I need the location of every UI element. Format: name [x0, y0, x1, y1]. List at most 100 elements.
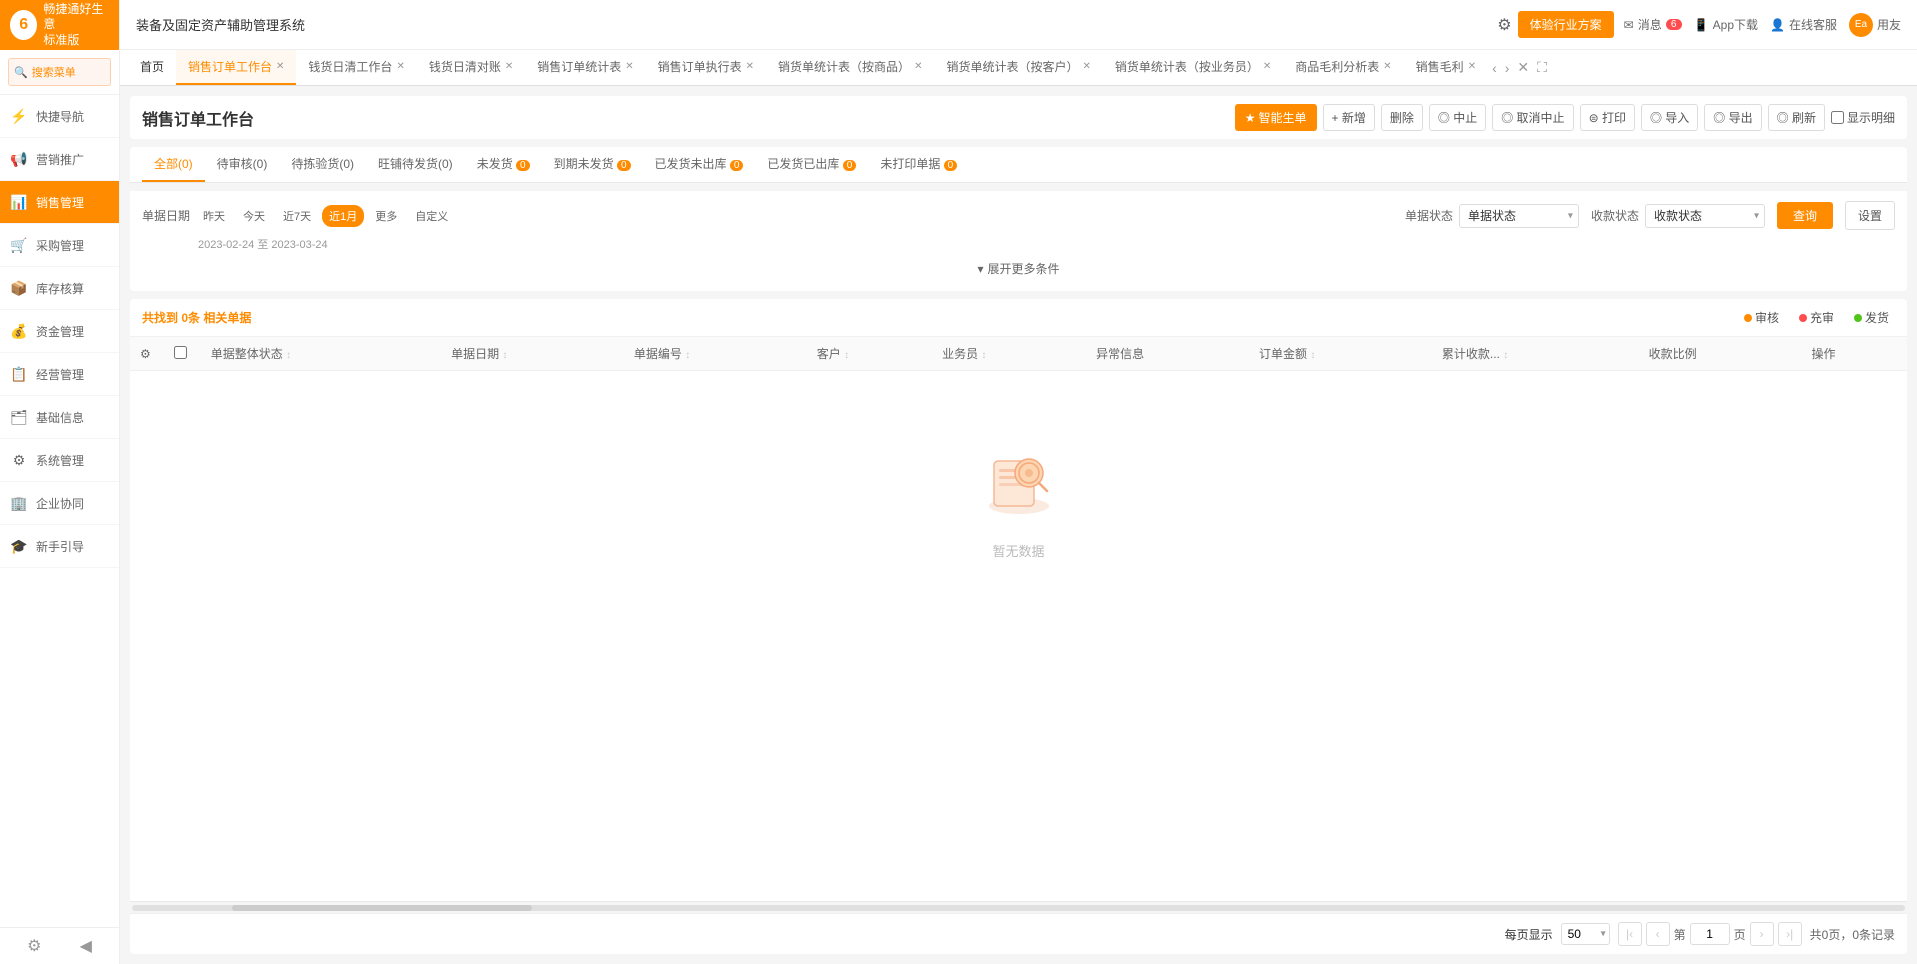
tab-home[interactable]: 首页	[128, 50, 176, 85]
th-status[interactable]: 单据整体状态 ↕	[201, 337, 441, 371]
page-first-button[interactable]: |‹	[1618, 922, 1642, 946]
online-service-button[interactable]: 👤 在线客服	[1770, 16, 1837, 33]
cancel-review-action-button[interactable]: 充审	[1793, 307, 1840, 328]
settings-bottom-icon[interactable]: ⚙	[27, 936, 41, 956]
date-btn-more[interactable]: 更多	[368, 205, 404, 227]
tab-nav-prev-icon[interactable]: ‹	[1488, 56, 1501, 80]
date-btn-today[interactable]: 今天	[236, 205, 272, 227]
add-button[interactable]: + 新增	[1323, 104, 1375, 131]
tab-sales-by-product[interactable]: 销货单统计表（按商品） ✕	[766, 50, 934, 85]
th-amount[interactable]: 订单金额 ↕	[1249, 337, 1432, 371]
sidebar-item-guide[interactable]: 🎓 新手引导	[0, 525, 119, 568]
tab-close-icon[interactable]: ✕	[505, 61, 513, 72]
th-salesman[interactable]: 业务员 ↕	[932, 337, 1086, 371]
tab-sales-order-exec[interactable]: 销售订单执行表 ✕	[646, 50, 766, 85]
page-next-button[interactable]: ›	[1750, 922, 1774, 946]
sidebar-item-quick-nav[interactable]: ⚡ 快捷导航	[0, 95, 119, 138]
import-button[interactable]: ◎ 导入	[1641, 104, 1698, 131]
sidebar-item-inventory[interactable]: 📦 库存核算	[0, 267, 119, 310]
delete-button[interactable]: 删除	[1381, 104, 1423, 131]
show-detail-checkbox[interactable]	[1831, 111, 1844, 124]
select-all-checkbox[interactable]	[174, 346, 187, 359]
th-number[interactable]: 单据编号 ↕	[624, 337, 807, 371]
tab-sales-order-workbench[interactable]: 销售订单工作台 ✕	[176, 50, 296, 85]
th-checkbox[interactable]	[161, 337, 201, 371]
tab-expand-icon[interactable]: ⛶	[1533, 55, 1551, 80]
empty-illustration	[969, 431, 1069, 531]
export-button[interactable]: ◎ 导出	[1704, 104, 1761, 131]
scrollbar-track[interactable]	[132, 905, 1905, 911]
payment-select[interactable]: 收款状态	[1645, 204, 1765, 228]
expand-conditions-button[interactable]: ▾ 展开更多条件	[142, 256, 1895, 281]
message-button[interactable]: ✉ 消息 6	[1624, 16, 1682, 33]
subtab-shipped-out[interactable]: 已发货已出库 0	[755, 147, 868, 182]
sidebar-item-basic[interactable]: 🗂 基础信息	[0, 396, 119, 439]
sidebar-item-enterprise[interactable]: 🏢 企业协同	[0, 482, 119, 525]
tab-nav-next-icon[interactable]: ›	[1501, 56, 1514, 80]
subtab-shipped-not-out[interactable]: 已发货未出库 0	[643, 147, 756, 182]
subtab-not-shipped[interactable]: 未发货 0	[465, 147, 542, 182]
collapse-icon[interactable]: ◀	[80, 936, 92, 956]
status-select[interactable]: 单据状态	[1459, 204, 1579, 228]
tab-sales-by-salesman[interactable]: 销货单统计表（按业务员） ✕	[1103, 50, 1283, 85]
sidebar-item-sales[interactable]: 📊 销售管理	[0, 181, 119, 224]
tab-close-icon[interactable]: ✕	[1082, 61, 1090, 72]
stop-button[interactable]: ◎ 中止	[1429, 104, 1486, 131]
subtab-not-printed[interactable]: 未打印单据 0	[868, 147, 969, 182]
user-menu-button[interactable]: Ea 用友	[1849, 13, 1901, 37]
horizontal-scrollbar[interactable]	[130, 901, 1907, 913]
subtab-all[interactable]: 全部(0)	[142, 147, 205, 182]
review-action-button[interactable]: 审核	[1738, 307, 1785, 328]
date-btn-yesterday[interactable]: 昨天	[196, 205, 232, 227]
th-setting[interactable]: ⚙	[130, 337, 161, 371]
smart-create-button[interactable]: ★ 智能生单	[1235, 104, 1317, 131]
tab-product-margin[interactable]: 商品毛利分析表 ✕	[1283, 50, 1403, 85]
tab-sales-by-customer[interactable]: 销货单统计表（按客户） ✕	[934, 50, 1102, 85]
search-menu-button[interactable]: 🔍 搜索菜单	[8, 58, 111, 86]
tab-sales-order-stats[interactable]: 销售订单统计表 ✕	[525, 50, 645, 85]
refresh-button[interactable]: ◎ 刷新	[1768, 104, 1825, 131]
page-prev-button[interactable]: ‹	[1646, 922, 1670, 946]
sidebar-search-section: 🔍 搜索菜单	[0, 50, 119, 95]
subtab-overdue-not-shipped[interactable]: 到期未发货 0	[542, 147, 643, 182]
sidebar-item-operations[interactable]: 📋 经营管理	[0, 353, 119, 396]
tab-close-icon[interactable]: ✕	[746, 61, 754, 72]
tab-cash-daily-reconcile[interactable]: 钱货日清对账 ✕	[417, 50, 525, 85]
date-btn-7days[interactable]: 近7天	[276, 205, 318, 227]
subtab-pending-review[interactable]: 待审核(0)	[205, 147, 280, 182]
tab-close-icon[interactable]: ✕	[914, 61, 922, 72]
tab-sales-margin[interactable]: 销售毛利 ✕	[1404, 50, 1488, 85]
tab-close-icon[interactable]: ✕	[625, 61, 633, 72]
tab-cash-daily-workbench[interactable]: 钱货日清工作台 ✕	[296, 50, 416, 85]
tab-close-icon[interactable]: ✕	[1263, 61, 1271, 72]
experience-button[interactable]: 体验行业方案	[1518, 11, 1614, 38]
sidebar-item-finance[interactable]: 💰 资金管理	[0, 310, 119, 353]
sidebar-item-marketing[interactable]: 📢 营销推广	[0, 138, 119, 181]
sidebar-item-purchase[interactable]: 🛒 采购管理	[0, 224, 119, 267]
show-detail-checkbox-label[interactable]: 显示明细	[1831, 109, 1895, 126]
date-btn-1month[interactable]: 近1月	[322, 205, 364, 227]
app-download-button[interactable]: 📱 App下载	[1694, 16, 1758, 33]
th-date[interactable]: 单据日期 ↕	[441, 337, 624, 371]
print-button[interactable]: ⊜ 打印	[1580, 104, 1635, 131]
sidebar-item-system[interactable]: ⚙ 系统管理	[0, 439, 119, 482]
query-button[interactable]: 查询	[1777, 202, 1833, 229]
th-customer[interactable]: 客户 ↕	[807, 337, 932, 371]
subtab-wangpu-pending[interactable]: 旺铺待发货(0)	[366, 147, 465, 182]
tab-close-icon[interactable]: ✕	[276, 61, 284, 72]
th-cumulative[interactable]: 累计收款... ↕	[1432, 337, 1639, 371]
tab-close-icon[interactable]: ✕	[1383, 61, 1391, 72]
date-btn-custom[interactable]: 自定义	[408, 205, 455, 227]
set-button[interactable]: 设置	[1845, 201, 1895, 230]
page-number-input[interactable]	[1690, 923, 1730, 945]
scrollbar-thumb[interactable]	[232, 905, 532, 911]
page-last-button[interactable]: ›|	[1778, 922, 1802, 946]
page-size-select[interactable]: 50 10 20 100	[1561, 923, 1610, 945]
tab-close-all-icon[interactable]: ✕	[1513, 55, 1533, 80]
subtab-pending-check[interactable]: 待拣验货(0)	[279, 147, 366, 182]
cancel-stop-button[interactable]: ◎ 取消中止	[1492, 104, 1573, 131]
ship-action-button[interactable]: 发货	[1848, 307, 1895, 328]
tab-close-icon[interactable]: ✕	[396, 61, 404, 72]
tab-close-icon[interactable]: ✕	[1468, 61, 1476, 72]
gear-icon[interactable]: ⚙	[1497, 15, 1511, 35]
